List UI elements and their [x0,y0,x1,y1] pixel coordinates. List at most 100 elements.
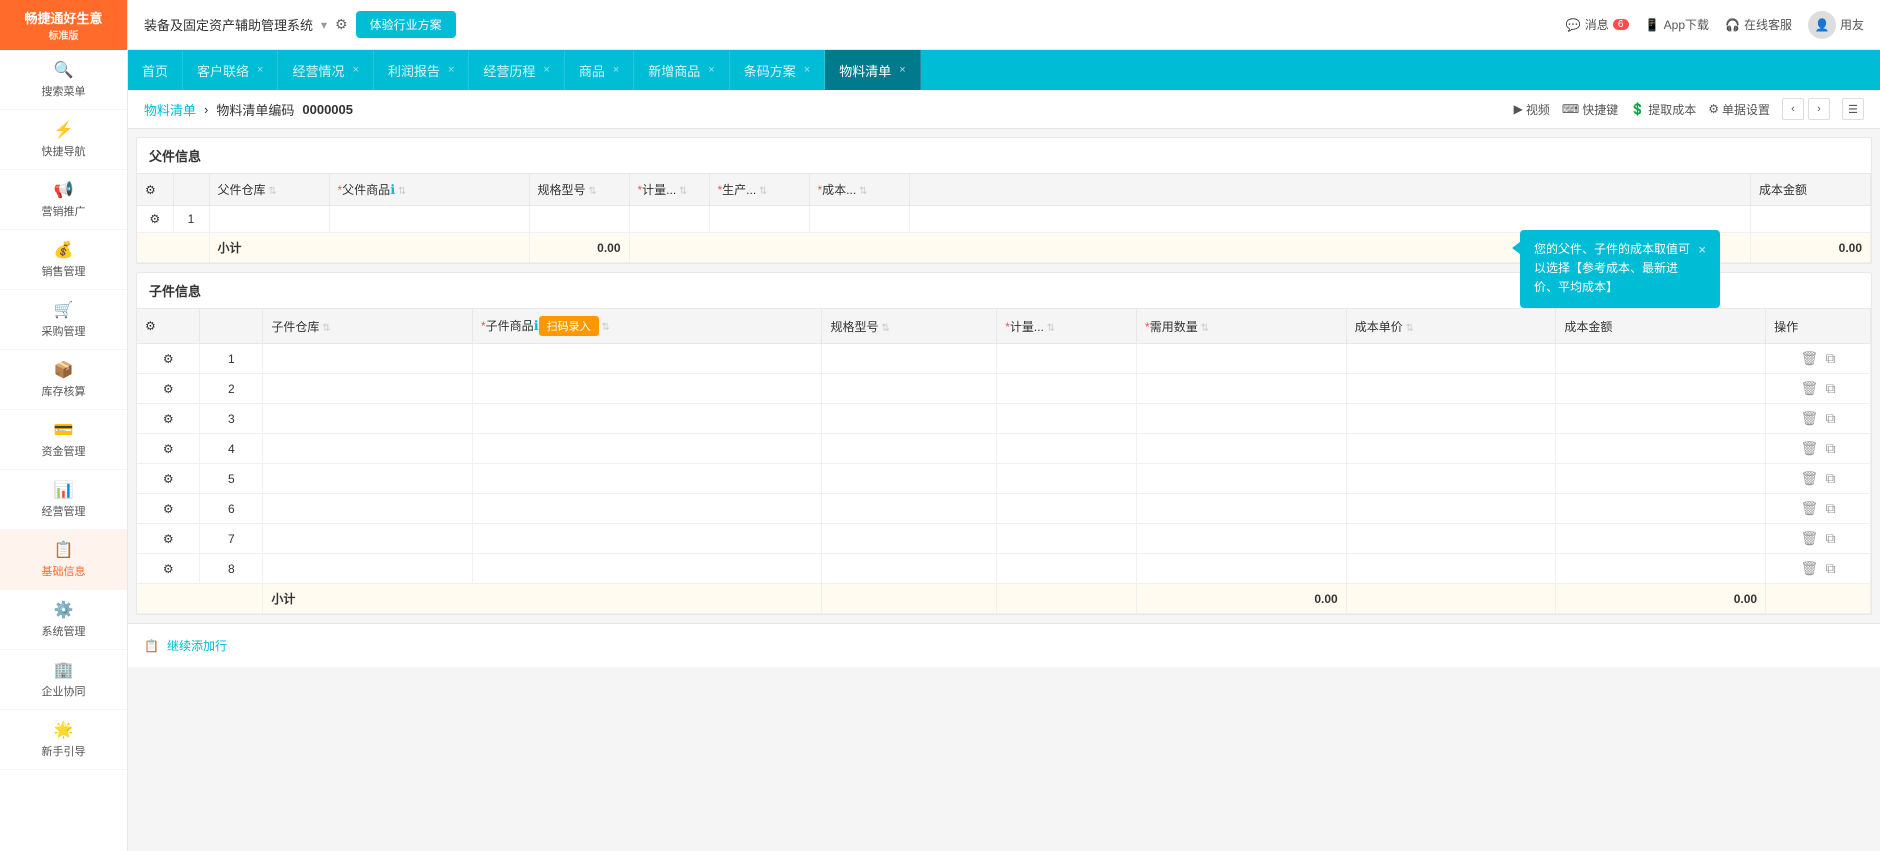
close-barcode-tab-icon[interactable]: × [804,64,810,76]
video-btn[interactable]: ▶ 视频 [1514,101,1550,118]
child-row-unit[interactable] [997,404,1137,434]
child-row-goods[interactable] [473,404,822,434]
tab-operation-history[interactable]: 经营历程 × [469,50,564,90]
user-item[interactable]: 👤 用友 [1808,11,1864,39]
child-row-spec[interactable] [822,494,997,524]
child-row-unit[interactable] [997,464,1137,494]
settings-icon[interactable]: ⚙ [335,16,348,33]
tab-profit-report[interactable]: 利润报告 × [374,50,469,90]
child-row-unit[interactable] [997,494,1137,524]
child-row-unit-cost[interactable] [1346,464,1556,494]
child-row-unit[interactable] [997,554,1137,584]
sidebar-item-guide[interactable]: 🌟 新手引导 [0,710,127,770]
next-arrow[interactable]: › [1808,98,1830,120]
copy-row-icon[interactable]: ⧉ [1826,470,1836,486]
child-row-unit-cost[interactable] [1346,494,1556,524]
sidebar-item-system[interactable]: ⚙️ 系统管理 [0,590,127,650]
child-row-qty[interactable] [1137,494,1347,524]
copy-row-icon[interactable]: ⧉ [1826,440,1836,456]
delete-row-icon[interactable]: 🗑 [1800,410,1818,426]
child-row-unit-cost[interactable] [1346,524,1556,554]
child-row-warehouse[interactable] [263,404,473,434]
close-customer-tab-icon[interactable]: × [257,64,263,76]
copy-row-icon[interactable]: ⧉ [1826,530,1836,546]
online-service-item[interactable]: 🎧 在线客服 [1725,16,1792,33]
prev-arrow[interactable]: ‹ [1782,98,1804,120]
tab-goods[interactable]: 商品 × [565,50,634,90]
copy-row-icon[interactable]: ⧉ [1826,560,1836,576]
close-goods-tab-icon[interactable]: × [613,64,619,76]
child-row-warehouse[interactable] [263,374,473,404]
add-row-label[interactable]: 继续添加行 [167,637,227,654]
child-row-unit-cost[interactable] [1346,344,1556,374]
close-operation-history-tab-icon[interactable]: × [543,64,549,76]
copy-row-icon[interactable]: ⧉ [1826,350,1836,366]
tab-add-goods[interactable]: 新增商品 × [634,50,729,90]
sidebar-item-operation[interactable]: 📊 经营管理 [0,470,127,530]
child-row-goods[interactable] [473,524,822,554]
child-row-unit[interactable] [997,524,1137,554]
tab-bom[interactable]: 物料清单 × [825,50,920,90]
tab-customer[interactable]: 客户联络 × [183,50,278,90]
child-row-unit-cost[interactable] [1346,404,1556,434]
child-row-unit[interactable] [997,374,1137,404]
delete-row-icon[interactable]: 🗑 [1800,440,1818,456]
breadcrumb-item-bom[interactable]: 物料清单 [144,100,196,119]
child-row-qty[interactable] [1137,344,1347,374]
shortcut-btn[interactable]: ⌨ 快捷键 [1562,101,1618,118]
child-row-warehouse[interactable] [263,434,473,464]
child-row-unit[interactable] [997,434,1137,464]
sidebar-item-enterprise[interactable]: 🏢 企业协同 [0,650,127,710]
child-row-warehouse[interactable] [263,524,473,554]
close-add-goods-tab-icon[interactable]: × [708,64,714,76]
child-row-unit-cost[interactable] [1346,434,1556,464]
sidebar-item-inventory[interactable]: 📦 库存核算 [0,350,127,410]
tab-barcode[interactable]: 条码方案 × [730,50,825,90]
scan-input-btn[interactable]: 扫码录入 [539,316,599,336]
child-row-goods[interactable] [473,374,822,404]
close-profit-report-tab-icon[interactable]: × [448,64,454,76]
row-parent-spec[interactable] [529,206,629,233]
delete-row-icon[interactable]: 🗑 [1800,530,1818,546]
row-parent-warehouse[interactable] [209,206,329,233]
child-row-unit[interactable] [997,344,1137,374]
child-row-qty[interactable] [1137,374,1347,404]
row-parent-goods[interactable] [329,206,529,233]
child-row-qty[interactable] [1137,434,1347,464]
child-row-qty[interactable] [1137,554,1347,584]
child-row-spec[interactable] [822,554,997,584]
child-row-goods[interactable] [473,434,822,464]
child-row-spec[interactable] [822,464,997,494]
delete-row-icon[interactable]: 🗑 [1800,470,1818,486]
child-row-qty[interactable] [1137,464,1347,494]
child-row-spec[interactable] [822,374,997,404]
close-bom-tab-icon[interactable]: × [899,64,905,76]
child-row-qty[interactable] [1137,524,1347,554]
tab-home[interactable]: 首页 [128,50,183,90]
child-row-goods[interactable] [473,464,822,494]
message-item[interactable]: 💬 消息 6 [1566,16,1629,33]
sidebar-item-quick-nav[interactable]: ⚡ 快捷导航 [0,110,127,170]
child-row-unit-cost[interactable] [1346,554,1556,584]
delete-row-icon[interactable]: 🗑 [1800,500,1818,516]
sidebar-item-sales[interactable]: 💰 销售管理 [0,230,127,290]
delete-row-icon[interactable]: 🗑 [1800,350,1818,366]
sidebar-item-basic-info[interactable]: 📋 基础信息 [0,530,127,590]
copy-row-icon[interactable]: ⧉ [1826,380,1836,396]
sidebar-item-purchase[interactable]: 🛒 采购管理 [0,290,127,350]
copy-row-icon[interactable]: ⧉ [1826,410,1836,426]
topbar-dropdown-arrow[interactable]: ▾ [321,18,327,32]
row-parent-production[interactable] [709,206,809,233]
tab-operation-status[interactable]: 经营情况 × [278,50,373,90]
sidebar-item-marketing[interactable]: 📢 营销推广 [0,170,127,230]
child-row-warehouse[interactable] [263,494,473,524]
tooltip-close-btn[interactable]: × [1698,240,1706,261]
child-row-spec[interactable] [822,434,997,464]
single-settings-btn[interactable]: ⚙ 单据设置 [1708,101,1770,118]
child-row-goods[interactable] [473,554,822,584]
child-row-unit-cost[interactable] [1346,374,1556,404]
close-operation-status-tab-icon[interactable]: × [352,64,358,76]
child-row-goods[interactable] [473,494,822,524]
app-download-item[interactable]: 📱 App下载 [1645,16,1709,33]
delete-row-icon[interactable]: 🗑 [1800,380,1818,396]
